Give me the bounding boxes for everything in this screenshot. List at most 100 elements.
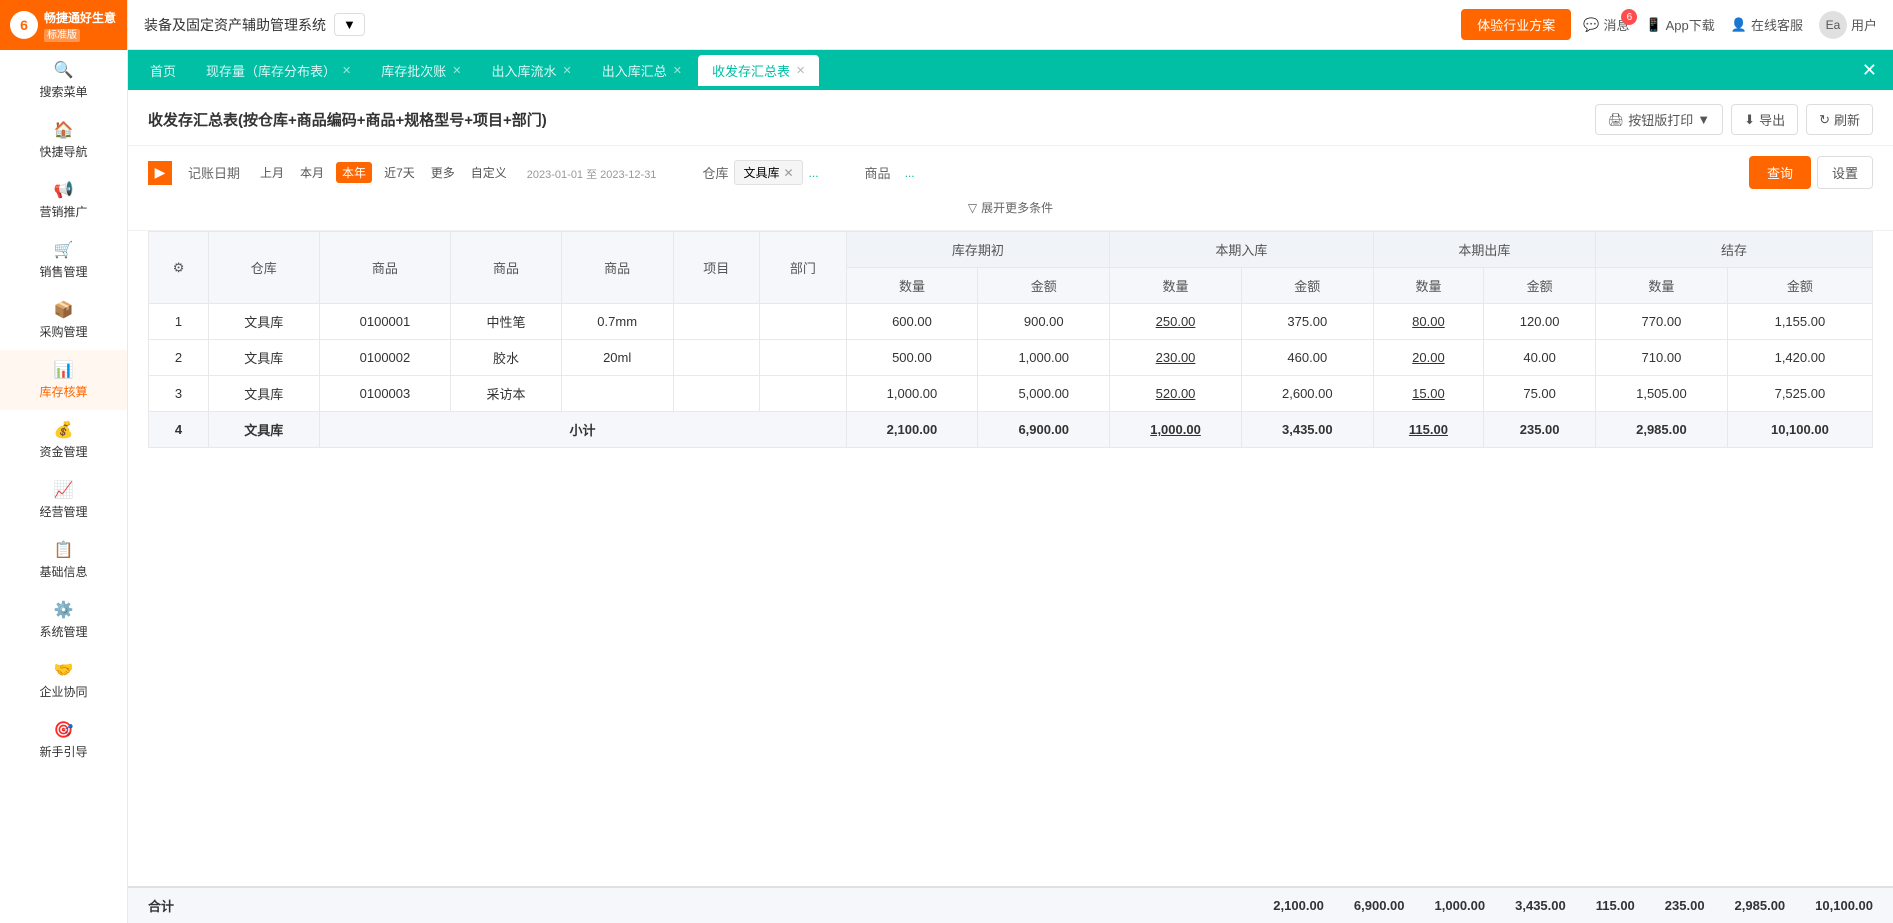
shortcut-prev-month[interactable]: 上月 (256, 162, 288, 183)
sidebar-item-inventory[interactable]: 📊 库存核算 (0, 350, 127, 410)
page-header: 收发存汇总表(按仓库+商品编码+商品+规格型号+项目+部门) 🖨 按钮版打印 ▼… (128, 90, 1893, 146)
sidebar-item-label: 企业协同 (39, 683, 87, 700)
cell-dept (760, 304, 847, 340)
sidebar-item-operation[interactable]: 📈 经营管理 (0, 470, 127, 530)
sidebar-search-item[interactable]: 🔍 搜索菜单 (0, 50, 127, 110)
sidebar-item-label: 营销推广 (39, 203, 87, 220)
print-icon: 🖨 (1608, 112, 1625, 128)
cell-warehouse: 文具库 (209, 340, 319, 376)
cell-open-amt: 1,000.00 (978, 340, 1110, 376)
shortcut-this-month[interactable]: 本月 (296, 162, 328, 183)
home-icon: 🏠 (54, 120, 74, 140)
app-download-action[interactable]: 📱 App下载 (1645, 15, 1714, 34)
table-row: 3 文具库 0100003 采访本 1,000.00 5,000.00 520.… (149, 376, 1873, 412)
goods-filter: 商品 ... (865, 163, 915, 182)
sidebar-item-sales[interactable]: 🛒 销售管理 (0, 230, 127, 290)
subtotal-label: 小计 (319, 412, 846, 448)
tab-stock-dist[interactable]: 现存量（库存分布表） ✕ (192, 55, 365, 86)
close-tab-recv-send[interactable]: ✕ (796, 64, 805, 77)
footer-open-amt: 6,900.00 (1354, 898, 1405, 913)
shortcut-custom[interactable]: 自定义 (467, 162, 511, 183)
cell-code: 0100001 (319, 304, 451, 340)
tab-flow[interactable]: 出入库流水 ✕ (477, 55, 585, 86)
cell-out-qty[interactable]: 20.00 (1373, 340, 1484, 376)
sidebar-item-purchase[interactable]: 📦 采购管理 (0, 290, 127, 350)
sidebar-item-guide[interactable]: 🎯 新手引导 (0, 710, 127, 770)
operation-icon: 📈 (54, 480, 74, 500)
col-closing-qty: 数量 (1596, 268, 1728, 304)
goods-more[interactable]: ... (905, 166, 915, 180)
tab-home[interactable]: 首页 (136, 55, 190, 86)
col-in-header: 本期入库 (1110, 232, 1374, 268)
col-settings[interactable]: ⚙ (149, 232, 209, 304)
refresh-button[interactable]: ↻ 刷新 (1806, 104, 1873, 135)
footer-in-qty: 1,000.00 (1435, 898, 1486, 913)
sidebar-item-marketing[interactable]: 📢 营销推广 (0, 170, 127, 230)
expand-label: 展开更多条件 (981, 199, 1053, 216)
warehouse-more[interactable]: ... (809, 166, 819, 180)
table-settings-icon[interactable]: ⚙ (173, 260, 185, 275)
sidebar-item-quick-nav[interactable]: 🏠 快捷导航 (0, 110, 127, 170)
warehouse-tag[interactable]: 文具库 ✕ (734, 160, 802, 185)
cell-in-amt: 460.00 (1241, 340, 1373, 376)
table-row: 2 文具库 0100002 胶水 20ml 500.00 1,000.00 23… (149, 340, 1873, 376)
filter-date-label: 记账日期 (188, 163, 240, 182)
filter-toggle-button[interactable]: ▶ (148, 161, 172, 185)
enterprise-icon: 🤝 (54, 660, 74, 680)
tab-batch-account[interactable]: 库存批次账 ✕ (367, 55, 475, 86)
user-label: 用户 (1851, 15, 1877, 34)
col-spec-header: 商品 (561, 232, 673, 304)
cell-in-qty[interactable]: 250.00 (1110, 304, 1242, 340)
experience-button[interactable]: 体验行业方案 (1461, 9, 1571, 40)
subtotal-close-qty: 2,985.00 (1596, 412, 1728, 448)
sidebar-item-label: 库存核算 (39, 383, 87, 400)
subtotal-out-qty[interactable]: 115.00 (1373, 412, 1484, 448)
sidebar-item-label: 经营管理 (39, 503, 87, 520)
system-title-text: 装备及固定资产辅助管理系统 (144, 15, 326, 35)
close-tab-summary[interactable]: ✕ (673, 64, 682, 77)
tab-bar-close-button[interactable]: ✕ (1854, 60, 1885, 81)
page-actions: 🖨 按钮版打印 ▼ ⬇ 导出 ↻ 刷新 (1595, 104, 1873, 135)
app-download-label: App下载 (1666, 15, 1715, 34)
tab-recv-send[interactable]: 收发存汇总表 ✕ (698, 55, 819, 86)
cell-in-qty[interactable]: 230.00 (1110, 340, 1242, 376)
tab-summary[interactable]: 出入库汇总 ✕ (588, 55, 696, 86)
sidebar-item-system[interactable]: ⚙️ 系统管理 (0, 590, 127, 650)
purchase-icon: 📦 (54, 300, 74, 320)
col-code-header: 商品 (319, 232, 451, 304)
cell-open-amt: 5,000.00 (978, 376, 1110, 412)
footer-close-qty: 2,985.00 (1735, 898, 1786, 913)
cell-in-qty[interactable]: 520.00 (1110, 376, 1242, 412)
system-dropdown-button[interactable]: ▼ (334, 13, 365, 36)
shortcut-this-year[interactable]: 本年 (336, 162, 372, 183)
close-tab-stock-dist[interactable]: ✕ (342, 64, 351, 77)
export-button[interactable]: ⬇ 导出 (1731, 104, 1798, 135)
cell-out-qty[interactable]: 15.00 (1373, 376, 1484, 412)
query-button[interactable]: 查询 (1749, 156, 1811, 189)
table-footer: 合计 2,100.00 6,900.00 1,000.00 3,435.00 1… (128, 886, 1893, 923)
filter-setting-button[interactable]: 设置 (1817, 156, 1873, 189)
close-tab-batch-account[interactable]: ✕ (452, 64, 461, 77)
close-tab-flow[interactable]: ✕ (563, 64, 572, 77)
sidebar-item-base-info[interactable]: 📋 基础信息 (0, 530, 127, 590)
cell-open-qty: 500.00 (846, 340, 978, 376)
warehouse-tag-remove[interactable]: ✕ (783, 166, 793, 180)
sidebar-item-finance[interactable]: 💰 资金管理 (0, 410, 127, 470)
subtotal-in-qty[interactable]: 1,000.00 (1110, 412, 1242, 448)
shortcut-7days[interactable]: 近7天 (380, 162, 419, 183)
cell-no: 2 (149, 340, 209, 376)
expand-conditions-button[interactable]: ▽ 展开更多条件 (148, 195, 1873, 220)
cell-dept (760, 376, 847, 412)
footer-close-amt: 10,100.00 (1815, 898, 1873, 913)
date-range-text: 2023-01-01 至 2023-12-31 (527, 166, 657, 182)
message-action[interactable]: 💬 消息 6 (1583, 15, 1629, 34)
sidebar-item-label: 基础信息 (39, 563, 87, 580)
cell-out-qty[interactable]: 80.00 (1373, 304, 1484, 340)
subtotal-open-amt: 6,900.00 (978, 412, 1110, 448)
user-action[interactable]: Ea 用户 (1819, 11, 1877, 39)
shortcut-more[interactable]: 更多 (427, 162, 459, 183)
online-service-action[interactable]: 👤 在线客服 (1731, 15, 1803, 34)
subtotal-warehouse: 文具库 (209, 412, 319, 448)
sidebar-item-enterprise[interactable]: 🤝 企业协同 (0, 650, 127, 710)
print-button[interactable]: 🖨 按钮版打印 ▼ (1595, 104, 1723, 135)
